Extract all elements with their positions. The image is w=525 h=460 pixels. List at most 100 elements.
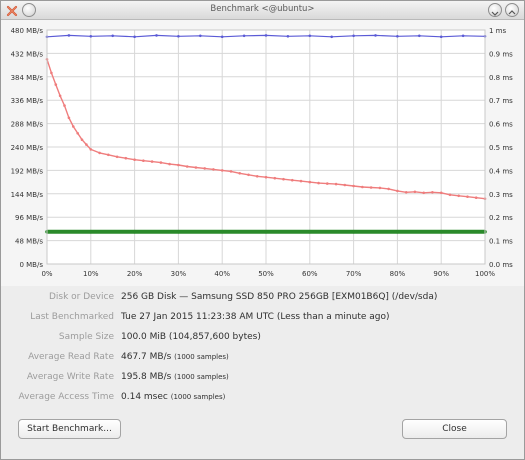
y-right-tick-label: 0.7 ms (489, 97, 513, 105)
data-point (142, 159, 145, 162)
write-rate-samples: (1000 samples) (174, 373, 229, 381)
y-right-tick-label: 0.0 ms (489, 261, 513, 269)
read-rate-row: Average Read Rate 467.7 MB/s (1000 sampl… (1, 348, 524, 366)
x-tick-label: 80% (390, 270, 406, 278)
data-point (474, 196, 478, 199)
data-point (203, 167, 206, 170)
data-point (150, 160, 154, 163)
data-point (177, 163, 180, 167)
y-right-tick-label: 0.3 ms (489, 191, 513, 199)
data-point (466, 195, 469, 198)
write-rate-value-wrap: 195.8 MB/s (1000 samples) (121, 372, 229, 382)
x-tick-label: 60% (302, 270, 318, 278)
data-point (330, 35, 334, 39)
access-time-label: Average Access Time (18, 392, 114, 402)
y-right-tick-label: 0.6 ms (489, 121, 513, 129)
read-rate-value: 467.7 MB/s (121, 352, 172, 362)
data-point (220, 169, 224, 172)
data-point (168, 162, 171, 166)
data-point (396, 189, 399, 193)
data-point (185, 165, 189, 168)
data-point (85, 143, 88, 146)
data-point (317, 181, 320, 185)
data-point (199, 34, 202, 38)
y-left-tick-label: 288 MB/s (11, 121, 44, 129)
data-point (273, 176, 277, 180)
start-benchmark-button[interactable]: Start Benchmark... (18, 419, 121, 439)
y-left-tick-label: 384 MB/s (11, 74, 44, 82)
data-point (326, 182, 329, 185)
x-tick-label: 20% (127, 270, 143, 278)
data-point (369, 186, 373, 189)
benchmark-window: Benchmark <@ubuntu> 0% 10% 20% 30% 40% 50% 60%… (0, 0, 525, 460)
data-point (413, 190, 417, 194)
write-rate-label: Average Write Rate (26, 372, 114, 382)
data-point (352, 34, 355, 38)
x-tick-label: 30% (171, 270, 187, 278)
y-left-tick-label: 432 MB/s (11, 50, 44, 58)
disk-value: 256 GB Disk — Samsung SSD 850 PRO 256GB … (121, 292, 438, 302)
data-point (282, 177, 285, 181)
disk-row: Disk or Device 256 GB Disk — Samsung SSD… (1, 288, 524, 306)
y-right-tick-label: 0.4 ms (489, 167, 513, 175)
y-left-tick-label: 192 MB/s (11, 167, 44, 175)
data-point (242, 34, 246, 38)
data-point (264, 175, 268, 179)
data-point (374, 34, 377, 37)
sample-size-value: 100.0 MiB (104,857,600 bytes) (121, 332, 261, 342)
y-left-tick-label: 96 MB/s (15, 214, 43, 222)
data-point (80, 138, 84, 141)
data-point (133, 35, 136, 39)
data-point (291, 178, 294, 182)
data-point (220, 35, 224, 39)
data-point (308, 180, 312, 184)
x-tick-label: 70% (346, 270, 362, 278)
data-point (448, 193, 452, 197)
disk-label: Disk or Device (48, 292, 114, 302)
maximize-button[interactable] (505, 3, 519, 17)
title-bar[interactable]: Benchmark <@ubuntu> (1, 1, 524, 20)
sample-size-row: Sample Size 100.0 MiB (104,857,600 bytes… (1, 328, 524, 346)
data-point (194, 166, 198, 169)
data-point (361, 185, 364, 189)
last-benchmarked-row: Last Benchmarked Tue 27 Jan 2015 11:23:3… (1, 308, 524, 326)
data-point (255, 175, 259, 178)
data-point (395, 230, 400, 234)
access-time-value: 0.14 msec (121, 392, 168, 402)
benchmark-chart-area: 0% 10% 20% 30% 40% 50% 60% 70% 80% 90% 100% 0 MB/s 4… (1, 20, 524, 286)
data-point (308, 230, 312, 234)
access-time-row: Average Access Time 0.14 msec (1000 samp… (1, 388, 524, 406)
data-point (352, 184, 355, 188)
data-point (461, 34, 465, 38)
y-left-tick-label: 144 MB/s (11, 191, 44, 199)
data-point (133, 158, 136, 161)
data-point (308, 34, 312, 38)
data-point (176, 230, 181, 234)
sample-size-label: Sample Size (58, 332, 114, 342)
data-point (124, 156, 128, 160)
data-point (220, 230, 224, 234)
data-point (89, 230, 93, 234)
data-point (72, 125, 75, 128)
minimize-button[interactable] (488, 3, 502, 17)
last-benchmarked-label: Last Benchmarked (30, 312, 114, 322)
y-left-tick-label: 480 MB/s (11, 27, 44, 35)
data-point (286, 35, 290, 38)
data-point (63, 104, 66, 107)
write-rate-row: Average Write Rate 195.8 MB/s (1000 samp… (1, 368, 524, 386)
close-button[interactable]: Close (402, 419, 507, 439)
last-benchmarked-value: Tue 27 Jan 2015 11:23:38 AM UTC (Less th… (121, 312, 390, 322)
data-point (76, 132, 79, 135)
data-point (229, 170, 233, 173)
data-point (378, 186, 382, 190)
data-point (89, 35, 93, 38)
data-point (98, 151, 101, 155)
data-point (422, 191, 426, 195)
x-tick-label: 50% (258, 270, 274, 278)
data-point (334, 182, 338, 186)
y-right-tick-label: 0.8 ms (489, 74, 513, 82)
data-point (115, 155, 119, 159)
y-left-tick-label: 0 MB/s (19, 261, 43, 269)
data-point (343, 183, 347, 187)
read-rate-value-wrap: 467.7 MB/s (1000 samples) (121, 352, 229, 362)
